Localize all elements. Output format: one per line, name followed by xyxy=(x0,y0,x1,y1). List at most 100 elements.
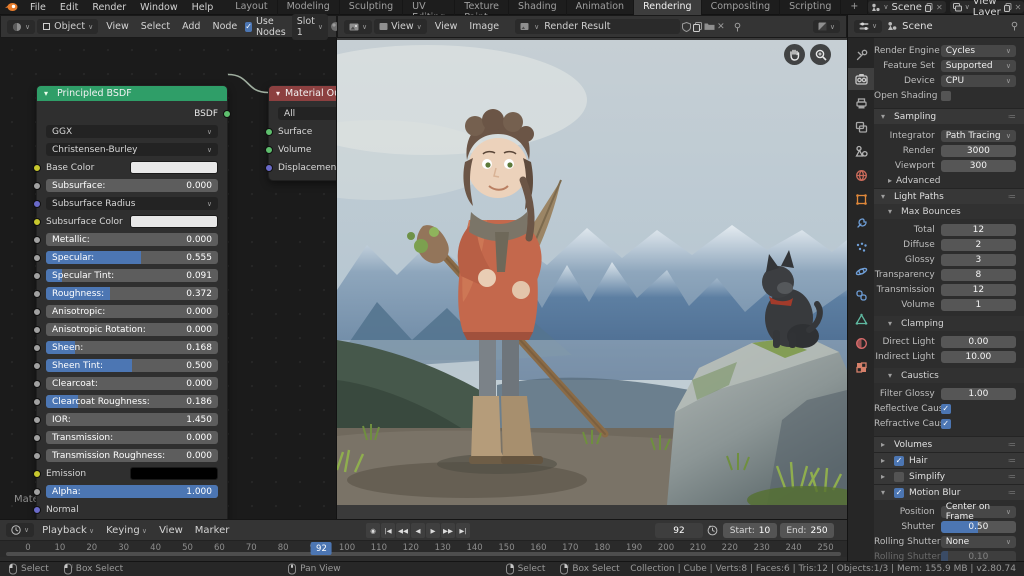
properties-tab-material[interactable] xyxy=(848,332,874,354)
bsdf-output-socket[interactable] xyxy=(223,110,231,118)
menu-help[interactable]: Help xyxy=(185,2,221,13)
slider-alpha[interactable]: Alpha:1.000 xyxy=(46,485,218,498)
image-menu-image[interactable]: Image xyxy=(463,19,505,34)
output-row-volume[interactable]: Volume xyxy=(278,143,337,156)
slider-anisotropic[interactable]: Anisotropic:0.000 xyxy=(46,305,218,318)
bsdf-row-transmission-roughness[interactable]: Transmission Roughness:0.000 xyxy=(46,449,218,462)
bsdf-row-alpha[interactable]: Alpha:1.000 xyxy=(46,485,218,498)
bsdf-output-row[interactable]: BSDF xyxy=(46,107,218,120)
slider-subsurface[interactable]: Subsurface:0.000 xyxy=(46,179,218,192)
input-socket[interactable] xyxy=(33,470,41,478)
panel-header-caustics[interactable]: ▾Caustics xyxy=(874,368,1024,383)
timeline-menu-view[interactable]: View xyxy=(153,523,189,538)
workspace-tab-compositing[interactable]: Compositing xyxy=(702,0,781,15)
number-field[interactable]: 3000 xyxy=(941,145,1016,157)
bsdf-row-base-color[interactable]: Base Color xyxy=(46,161,218,174)
material-output-node[interactable]: ▾ Material Output All Surface Volume Displ… xyxy=(268,85,337,181)
prev-keyframe-button[interactable]: ◀◀ xyxy=(396,523,410,538)
number-field[interactable]: 10.00 xyxy=(941,351,1016,363)
bsdf-node-header[interactable]: ▾ Principled BSDF xyxy=(37,86,227,101)
bsdf-row-metallic[interactable]: Metallic:0.000 xyxy=(46,233,218,246)
bsdf-row-specular-tint[interactable]: Specular Tint:0.091 xyxy=(46,269,218,282)
checkbox-simplify[interactable] xyxy=(894,472,904,482)
workspace-tab-rendering[interactable]: Rendering xyxy=(634,0,702,15)
view-layer-selector[interactable]: ∨ View Layer ✕ xyxy=(950,1,1024,13)
workspace-tab-uv-editing[interactable]: UV Editing xyxy=(403,0,455,15)
input-socket[interactable] xyxy=(33,452,41,460)
timeline-menu-keying[interactable]: Keying ∨ xyxy=(100,523,153,538)
menu-render[interactable]: Render xyxy=(85,2,133,13)
dropdown-device[interactable]: CPU∨ xyxy=(941,75,1016,87)
workspace-tab-modeling[interactable]: Modeling xyxy=(278,0,340,15)
add-workspace-button[interactable]: + xyxy=(841,0,868,15)
frame-end-field[interactable]: End:250 xyxy=(780,523,834,538)
properties-tab-object[interactable] xyxy=(848,188,874,210)
dropdown-christensen-burley[interactable]: Christensen-Burley∨ xyxy=(46,143,218,156)
properties-tab-render[interactable] xyxy=(848,68,874,90)
properties-tab-particles[interactable] xyxy=(848,236,874,258)
play-reverse-button[interactable]: ◀ xyxy=(411,523,425,538)
input-socket[interactable] xyxy=(33,488,41,496)
dropdown-render-engine[interactable]: Cycles∨ xyxy=(941,45,1016,57)
bsdf-row-christensen-burley[interactable]: Christensen-Burley∨ xyxy=(46,143,218,156)
slider-sheen-tint[interactable]: Sheen Tint:0.500 xyxy=(46,359,218,372)
bsdf-row-sheen[interactable]: Sheen:0.168 xyxy=(46,341,218,354)
checkbox-motion-blur[interactable]: ✓ xyxy=(894,488,904,498)
number-field[interactable]: 1 xyxy=(941,299,1016,311)
shader-menu-select[interactable]: Select xyxy=(135,19,176,34)
output-target-dropdown[interactable]: All xyxy=(278,107,337,120)
workspace-tab-animation[interactable]: Animation xyxy=(567,0,634,15)
output-row-surface[interactable]: Surface xyxy=(278,125,337,138)
panel-header-clamping[interactable]: ▾Clamping xyxy=(874,316,1024,331)
checkbox-hair[interactable]: ✓ xyxy=(894,456,904,466)
number-field[interactable]: 3 xyxy=(941,254,1016,266)
jump-to-start-button[interactable]: |◀ xyxy=(381,523,395,538)
autokey-button[interactable]: ◉ xyxy=(366,523,380,538)
properties-tab-tool[interactable] xyxy=(848,44,874,66)
display-channels-select[interactable]: ∨ xyxy=(813,20,840,33)
timeline-scrollbar[interactable] xyxy=(6,552,841,556)
bsdf-row-clearcoat[interactable]: Clearcoat:0.000 xyxy=(46,377,218,390)
pan-view-button[interactable] xyxy=(784,44,805,65)
slider-roughness[interactable]: Roughness:0.372 xyxy=(46,287,218,300)
properties-tab-output[interactable] xyxy=(848,92,874,114)
workspace-tab-sculpting[interactable]: Sculpting xyxy=(340,0,403,15)
editor-type-properties-button[interactable]: ∨ xyxy=(854,20,882,33)
input-socket[interactable] xyxy=(33,254,41,262)
input-socket[interactable] xyxy=(33,326,41,334)
panel-header-light-paths[interactable]: ▾Light Paths≔ xyxy=(874,188,1024,204)
workspace-tab-texture-paint[interactable]: Texture Paint xyxy=(455,0,509,15)
shader-menu-node[interactable]: Node xyxy=(206,19,243,34)
input-socket[interactable] xyxy=(265,164,273,172)
image-menu-view[interactable]: View xyxy=(429,19,464,34)
input-socket[interactable] xyxy=(33,308,41,316)
input-socket[interactable] xyxy=(33,236,41,244)
workspace-tab-shading[interactable]: Shading xyxy=(509,0,567,15)
remove-view-layer-icon[interactable]: ✕ xyxy=(1015,3,1022,12)
input-socket[interactable] xyxy=(33,416,41,424)
editor-type-image-button[interactable]: ∨ xyxy=(344,20,372,34)
bsdf-row-emission[interactable]: Emission xyxy=(46,467,218,480)
material-output-node-header[interactable]: ▾ Material Output xyxy=(269,86,337,101)
bsdf-row-specular[interactable]: Specular:0.555 xyxy=(46,251,218,264)
bsdf-row-anisotropic-rotation[interactable]: Anisotropic Rotation:0.000 xyxy=(46,323,218,336)
use-nodes-checkbox[interactable]: ✓ xyxy=(245,22,252,32)
dropdown-rolling-shutter[interactable]: None∨ xyxy=(941,536,1016,548)
output-row-displacement[interactable]: Displacement xyxy=(278,161,337,174)
shader-menu-add[interactable]: Add xyxy=(176,19,206,34)
input-socket[interactable] xyxy=(33,290,41,298)
workspace-tab-layout[interactable]: Layout xyxy=(226,0,277,15)
input-socket[interactable] xyxy=(33,506,41,514)
input-socket[interactable] xyxy=(33,200,41,208)
input-socket[interactable] xyxy=(33,218,41,226)
scene-selector[interactable]: ∨ Scene ✕ xyxy=(868,1,945,13)
workspace-tab-scripting[interactable]: Scripting xyxy=(780,0,841,15)
pin-icon[interactable] xyxy=(733,22,742,32)
slider-anisotropic-rotation[interactable]: Anisotropic Rotation:0.000 xyxy=(46,323,218,336)
properties-tab-scene[interactable] xyxy=(848,140,874,162)
open-image-icon[interactable] xyxy=(704,22,715,31)
panel-header-hair[interactable]: ▸✓Hair≔ xyxy=(874,452,1024,468)
slider-field[interactable]: 0.50 xyxy=(941,521,1016,533)
input-socket[interactable] xyxy=(33,434,41,442)
slider-field[interactable]: 0.10 xyxy=(941,551,1016,562)
